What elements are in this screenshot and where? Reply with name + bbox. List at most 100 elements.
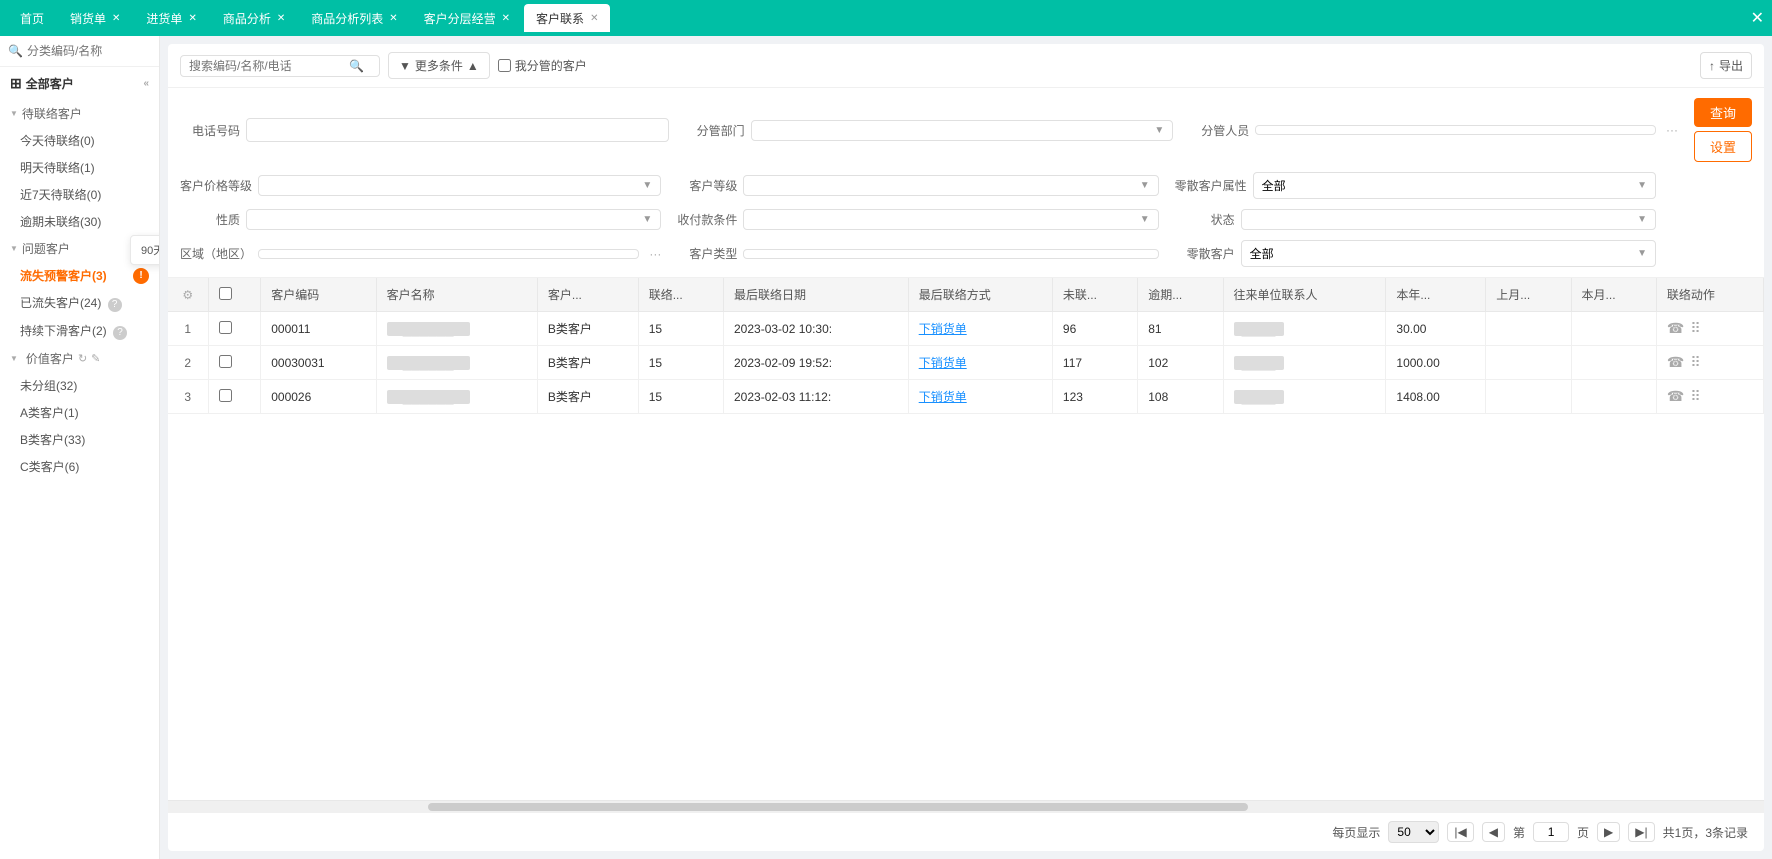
setting-btn[interactable]: 设置 bbox=[1694, 131, 1752, 162]
nature-select[interactable]: ▼ bbox=[246, 209, 661, 230]
zero-attr-select[interactable]: 全部 ▼ bbox=[1253, 172, 1656, 199]
sidebar-search-input[interactable] bbox=[27, 44, 160, 58]
phone-input[interactable] bbox=[246, 118, 669, 142]
row-this-year: 1408.00 bbox=[1386, 380, 1486, 414]
edit-icon[interactable]: ✎ bbox=[91, 352, 100, 365]
export-label: 导出 bbox=[1719, 57, 1743, 74]
tab-customer-layer-close[interactable]: ✕ bbox=[502, 13, 510, 24]
customer-grade-label: 客户等级 bbox=[677, 177, 737, 194]
row-this-year: 1000.00 bbox=[1386, 346, 1486, 380]
action-more-icon[interactable]: ⠿ bbox=[1690, 320, 1700, 337]
group-value-customer[interactable]: 价值客户 ↻ ✎ bbox=[0, 345, 159, 372]
filter-zero-attr: 零散客户属性 全部 ▼ bbox=[1175, 172, 1656, 199]
last-page-btn[interactable]: ▶| bbox=[1628, 822, 1654, 842]
tab-customer-contact[interactable]: 客户联系 ✕ bbox=[524, 4, 610, 32]
table-settings-icon[interactable]: ⚙ bbox=[182, 288, 193, 302]
sidebar-item-unclassified[interactable]: 未分组(32) bbox=[0, 372, 159, 399]
action-more-icon[interactable]: ⠿ bbox=[1690, 354, 1700, 371]
tab-customer-contact-close[interactable]: ✕ bbox=[590, 13, 598, 24]
person-more[interactable]: ··· bbox=[1666, 123, 1678, 137]
group-pending-contact[interactable]: 待联络客户 bbox=[0, 100, 159, 127]
sidebar-item-class-c[interactable]: C类客户(6) bbox=[0, 453, 159, 480]
tab-analysis-close[interactable]: ✕ bbox=[277, 13, 285, 24]
global-close-icon[interactable]: ✕ bbox=[1751, 8, 1764, 28]
region-more[interactable]: ··· bbox=[649, 247, 661, 261]
sidebar-item-churn-warning[interactable]: 流失预警客户(3) ! bbox=[0, 262, 159, 289]
sidebar-item-churned[interactable]: 已流失客户(24) ? bbox=[0, 289, 159, 317]
my-customers-checkbox-label[interactable]: 我分管的客户 bbox=[498, 57, 587, 74]
action-contact-icon[interactable]: ☎ bbox=[1667, 320, 1684, 337]
tab-sales[interactable]: 销货单 ✕ bbox=[58, 4, 132, 32]
next-page-btn[interactable]: ▶ bbox=[1597, 822, 1620, 842]
customer-grade-select[interactable]: ▼ bbox=[743, 175, 1158, 196]
col-action: 联络动作 bbox=[1656, 278, 1763, 312]
zero-customer-select[interactable]: 全部 ▼ bbox=[1241, 240, 1656, 267]
group-problem-label: 问题客户 bbox=[22, 240, 70, 257]
query-btn[interactable]: 查询 bbox=[1694, 98, 1752, 127]
sidebar-item-today[interactable]: 今天待联络(0) bbox=[0, 127, 159, 154]
tab-analysis[interactable]: 商品分析 ✕ bbox=[211, 4, 297, 32]
tab-sales-close[interactable]: ✕ bbox=[112, 13, 120, 24]
refresh-icon[interactable]: ↻ bbox=[78, 352, 87, 365]
nature-arrow: ▼ bbox=[642, 214, 652, 225]
filter-phone: 电话号码 bbox=[180, 118, 669, 142]
filter-zero-customer: 零散客户 全部 ▼ bbox=[1175, 240, 1656, 267]
table-header-row: ⚙ 客户编码 客户名称 客户... 联络... 最后联络日期 最后联络方式 未联… bbox=[168, 278, 1764, 312]
group-problem-customer[interactable]: 问题客户 90天未交易的客户，可能有流失风险。 bbox=[0, 235, 159, 262]
row-last-method[interactable]: 下销货单 bbox=[908, 380, 1052, 414]
price-grade-select[interactable]: ▼ bbox=[258, 175, 661, 196]
content-area: 🔍 ▼ 更多条件 ▲ 我分管的客户 ↑ 导出 电话号码 bbox=[168, 44, 1764, 851]
col-this-month: 本月... bbox=[1571, 278, 1656, 312]
status-label: 状态 bbox=[1175, 211, 1235, 228]
sidebar-item-class-a[interactable]: A类客户(1) bbox=[0, 399, 159, 426]
payment-select[interactable]: ▼ bbox=[743, 209, 1158, 230]
tab-analysis-list-label: 商品分析列表 bbox=[311, 10, 383, 27]
tab-home[interactable]: 首页 bbox=[8, 4, 56, 32]
action-more-icon[interactable]: ⠿ bbox=[1690, 388, 1700, 405]
search-input[interactable] bbox=[189, 59, 349, 73]
table-row: 1 000011 ██████ B类客户 15 2023-03-02 10:30… bbox=[168, 312, 1764, 346]
chevron-icon: ▲ bbox=[467, 59, 479, 73]
first-page-btn[interactable]: |◀ bbox=[1447, 822, 1473, 842]
sidebar-item-class-b[interactable]: B类客户(33) bbox=[0, 426, 159, 453]
row-last-method[interactable]: 下销货单 bbox=[908, 312, 1052, 346]
filter-dept: 分管部门 ▼ bbox=[685, 120, 1174, 141]
action-contact-icon[interactable]: ☎ bbox=[1667, 388, 1684, 405]
row-last-method[interactable]: 下销货单 bbox=[908, 346, 1052, 380]
scrollbar-thumb[interactable] bbox=[428, 803, 1248, 811]
select-all-checkbox[interactable] bbox=[219, 287, 232, 300]
action-contact-icon[interactable]: ☎ bbox=[1667, 354, 1684, 371]
group-value-label: 价值客户 bbox=[26, 350, 74, 367]
status-select[interactable]: ▼ bbox=[1241, 209, 1656, 230]
sidebar-item-declining[interactable]: 持续下滑客户(2) ? bbox=[0, 317, 159, 345]
row-name: ██████ bbox=[376, 346, 537, 380]
tab-analysis-list-close[interactable]: ✕ bbox=[389, 13, 397, 24]
tab-analysis-list[interactable]: 商品分析列表 ✕ bbox=[299, 4, 409, 32]
tab-customer-layer-label: 客户分层经营 bbox=[424, 10, 496, 27]
my-customers-checkbox[interactable] bbox=[498, 59, 511, 72]
row-checkbox[interactable] bbox=[219, 321, 232, 334]
tab-customer-layer[interactable]: 客户分层经营 ✕ bbox=[412, 4, 522, 32]
sidebar-item-overdue-contact[interactable]: 逾期未联络(30) bbox=[0, 208, 159, 235]
all-customers-label: 全部客户 bbox=[26, 75, 144, 92]
sidebar-item-7days[interactable]: 近7天待联络(0) bbox=[0, 181, 159, 208]
search-icon[interactable]: 🔍 bbox=[349, 59, 364, 73]
row-checkbox[interactable] bbox=[219, 355, 232, 368]
page-input[interactable] bbox=[1533, 822, 1569, 842]
all-customers-header[interactable]: ⊞ 全部客户 « bbox=[0, 67, 159, 100]
tab-purchase[interactable]: 进货单 ✕ bbox=[134, 4, 208, 32]
region-select[interactable] bbox=[258, 249, 639, 259]
export-btn[interactable]: ↑ 导出 bbox=[1700, 52, 1752, 79]
per-page-select[interactable]: 50 100 200 bbox=[1388, 821, 1439, 843]
sidebar-item-tomorrow[interactable]: 明天待联络(1) bbox=[0, 154, 159, 181]
dept-select[interactable]: ▼ bbox=[751, 120, 1174, 141]
tab-purchase-close[interactable]: ✕ bbox=[188, 13, 196, 24]
prev-page-btn[interactable]: ◀ bbox=[1482, 822, 1505, 842]
person-select[interactable] bbox=[1255, 125, 1656, 135]
sidebar-search-area: 🔍 bbox=[0, 36, 159, 67]
group-pending-label: 待联络客户 bbox=[22, 105, 82, 122]
horizontal-scrollbar[interactable] bbox=[168, 800, 1764, 812]
row-checkbox[interactable] bbox=[219, 389, 232, 402]
more-conditions-btn[interactable]: ▼ 更多条件 ▲ bbox=[388, 52, 490, 79]
customer-type-select[interactable] bbox=[743, 249, 1158, 259]
